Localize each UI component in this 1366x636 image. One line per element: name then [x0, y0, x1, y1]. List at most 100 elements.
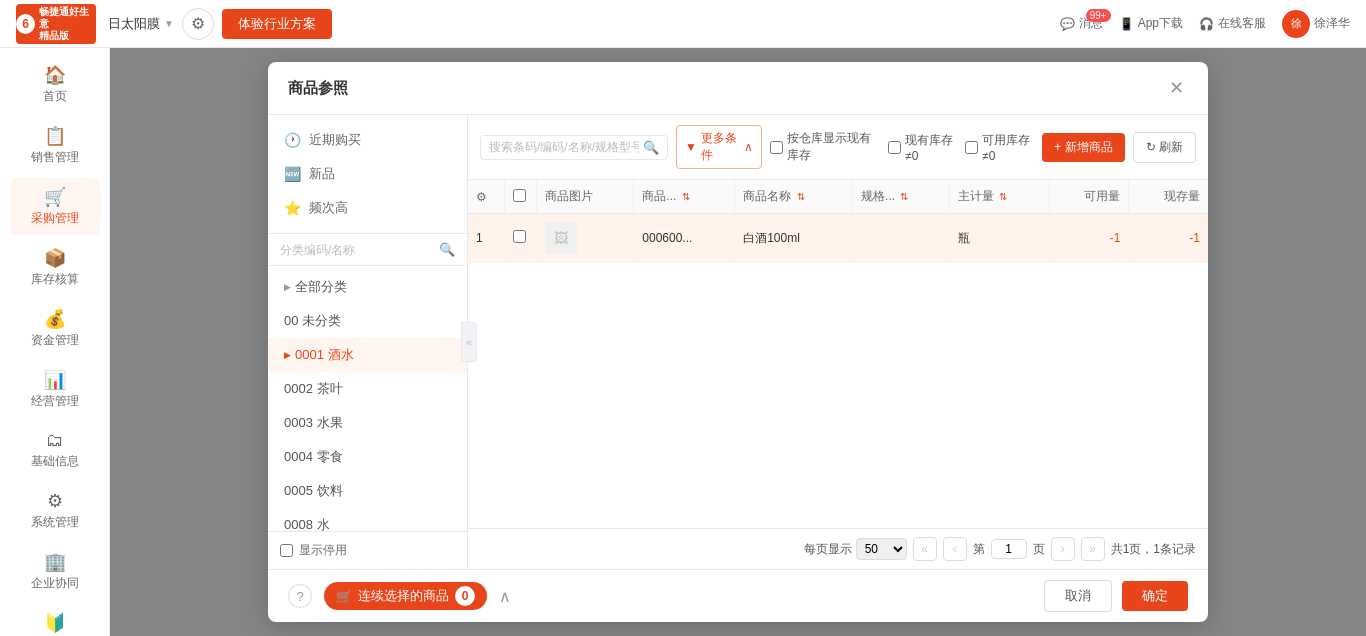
sort-name-icon: ⇅ [797, 191, 805, 202]
navbar-center: 日太阳膜 ▼ ⚙ 体验行业方案 [108, 8, 1048, 40]
th-unit[interactable]: 主计量 ⇅ [949, 180, 1049, 214]
category-0002[interactable]: 0002 茶叶 [268, 372, 467, 406]
current-stock-checkbox[interactable] [888, 141, 901, 154]
sort-unit-icon: ⇅ [999, 191, 1007, 202]
recent-icon: 🕐 [284, 132, 301, 148]
show-disabled-label: 显示停用 [299, 542, 347, 559]
tab-frequent[interactable]: ⭐ 频次高 [268, 191, 467, 225]
sales-icon: 📋 [44, 125, 66, 147]
sidebar-item-system[interactable]: ⚙ 系统管理 [10, 482, 100, 539]
app-download-item[interactable]: 📱 App下载 [1119, 15, 1183, 32]
refresh-button[interactable]: ↻ 刷新 [1133, 132, 1196, 163]
modal-title: 商品参照 [288, 79, 348, 98]
company-selector[interactable]: 日太阳膜 ▼ [108, 15, 174, 33]
frequent-icon: ⭐ [284, 200, 301, 216]
basic-icon: 🗂 [46, 430, 64, 451]
prev-page-button[interactable]: ‹ [943, 537, 967, 561]
selector-arrow-icon: ▼ [164, 18, 174, 29]
sidebar-item-home[interactable]: 🏠 首页 [10, 56, 100, 113]
row-checkbox[interactable] [513, 230, 526, 243]
footer-left: ? 🛒 连续选择的商品 0 ∧ [288, 582, 511, 610]
search-input[interactable] [489, 140, 639, 154]
next-page-button[interactable]: › [1051, 537, 1075, 561]
sidebar-item-guide[interactable]: 🔰 新手引导 [10, 604, 100, 636]
sidebar-item-enterprise[interactable]: 🏢 企业协同 [10, 543, 100, 600]
category-arrow-all: ▶ [284, 282, 291, 292]
first-page-icon: « [921, 542, 928, 556]
search-icon[interactable]: 🔍 [643, 140, 659, 155]
collapse-left-btn[interactable]: « [461, 322, 477, 362]
app-icon: 📱 [1119, 17, 1134, 31]
category-search-icon[interactable]: 🔍 [439, 242, 455, 257]
category-0005[interactable]: 0005 饮料 [268, 474, 467, 508]
category-all[interactable]: ▶ 全部分类 [268, 270, 467, 304]
cell-name: 白酒100ml [735, 214, 853, 263]
filter-button[interactable]: ▼ 更多条件 ∧ [676, 125, 762, 169]
available-stock-checkbox[interactable] [965, 141, 978, 154]
help-button[interactable]: ? [288, 584, 312, 608]
image-placeholder-icon: 🖼 [554, 230, 568, 246]
category-0003[interactable]: 0003 水果 [268, 406, 467, 440]
sidebar-label-enterprise: 企业协同 [31, 575, 79, 592]
table-body: 1 🖼 [468, 214, 1208, 263]
modal-footer: ? 🛒 连续选择的商品 0 ∧ 取消 确定 [268, 569, 1208, 622]
tab-new[interactable]: 🆕 新品 [268, 157, 467, 191]
sidebar-label-stock: 库存核算 [31, 271, 79, 288]
cell-unit: 瓶 [949, 214, 1049, 263]
sidebar-item-basic[interactable]: 🗂 基础信息 [10, 422, 100, 478]
th-available: 可用量 [1049, 180, 1129, 214]
message-badge: 99 [1086, 9, 1111, 22]
th-code[interactable]: 商品... ⇅ [634, 180, 735, 214]
show-disabled-checkbox[interactable] [280, 544, 293, 557]
sidebar-label-home: 首页 [43, 88, 67, 105]
main-layout: 🏠 首页 📋 销售管理 🛒 采购管理 📦 库存核算 💰 资金管理 📊 经营管理 … [0, 48, 1366, 636]
th-setting[interactable]: ⚙ [468, 180, 504, 214]
online-service-item[interactable]: 🎧 在线客服 [1199, 15, 1266, 32]
trial-button[interactable]: 体验行业方案 [222, 9, 332, 39]
category-search-input[interactable] [280, 243, 435, 257]
message-item[interactable]: 💬 消息 99 [1060, 15, 1103, 32]
select-all-checkbox[interactable] [513, 189, 526, 202]
sidebar-item-operate[interactable]: 📊 经营管理 [10, 361, 100, 418]
confirm-button[interactable]: 确定 [1122, 581, 1188, 611]
modal-close-button[interactable]: ✕ [1164, 76, 1188, 100]
th-check[interactable] [504, 180, 536, 214]
th-name[interactable]: 商品名称 ⇅ [735, 180, 853, 214]
warehouse-checkbox[interactable] [770, 141, 783, 154]
footer-collapse-button[interactable]: ∧ [499, 587, 511, 606]
add-product-button[interactable]: + 新增商品 [1042, 133, 1124, 162]
user-item[interactable]: 徐 徐泽华 [1282, 10, 1350, 38]
operate-icon: 📊 [44, 369, 66, 391]
sidebar-item-stock[interactable]: 📦 库存核算 [10, 239, 100, 296]
modal-toolbar: 🔍 ▼ 更多条件 ∧ 按仓库显示现有库存 [468, 115, 1208, 180]
page-number-input[interactable] [991, 539, 1027, 559]
sidebar-item-finance[interactable]: 💰 资金管理 [10, 300, 100, 357]
table-setting-icon: ⚙ [476, 190, 487, 204]
first-page-button[interactable]: « [913, 537, 937, 561]
category-0001[interactable]: ▶ 0001 酒水 [268, 338, 467, 372]
sidebar-label-sales: 销售管理 [31, 149, 79, 166]
system-icon: ⚙ [47, 490, 63, 512]
category-search: 🔍 [268, 234, 467, 266]
cell-image: 🖼 [536, 214, 634, 263]
th-image: 商品图片 [536, 180, 634, 214]
th-spec[interactable]: 规格... ⇅ [853, 180, 950, 214]
cart-badge[interactable]: 🛒 连续选择的商品 0 [324, 582, 487, 610]
category-0004[interactable]: 0004 零食 [268, 440, 467, 474]
sidebar-item-purchase[interactable]: 🛒 采购管理 [10, 178, 100, 235]
modal-overlay: 商品参照 ✕ 🕐 近期购买 🆕 [110, 48, 1366, 636]
cell-code: 000600... [634, 214, 735, 263]
cancel-button[interactable]: 取消 [1044, 580, 1112, 612]
brand-text: 畅捷通好生意 精品版 [39, 6, 96, 42]
table-row[interactable]: 1 🖼 [468, 214, 1208, 263]
last-page-button[interactable]: » [1081, 537, 1105, 561]
category-00[interactable]: 00 未分类 [268, 304, 467, 338]
sidebar-item-sales[interactable]: 📋 销售管理 [10, 117, 100, 174]
category-0008[interactable]: 0008 水 [268, 508, 467, 531]
cell-check[interactable] [504, 214, 536, 263]
tab-recent[interactable]: 🕐 近期购买 [268, 123, 467, 157]
search-box: 🔍 [480, 135, 668, 160]
page-size-dropdown[interactable]: 50 10 20 100 [856, 538, 907, 560]
gear-icon-btn[interactable]: ⚙ [182, 8, 214, 40]
cart-icon: 🛒 [336, 589, 352, 604]
